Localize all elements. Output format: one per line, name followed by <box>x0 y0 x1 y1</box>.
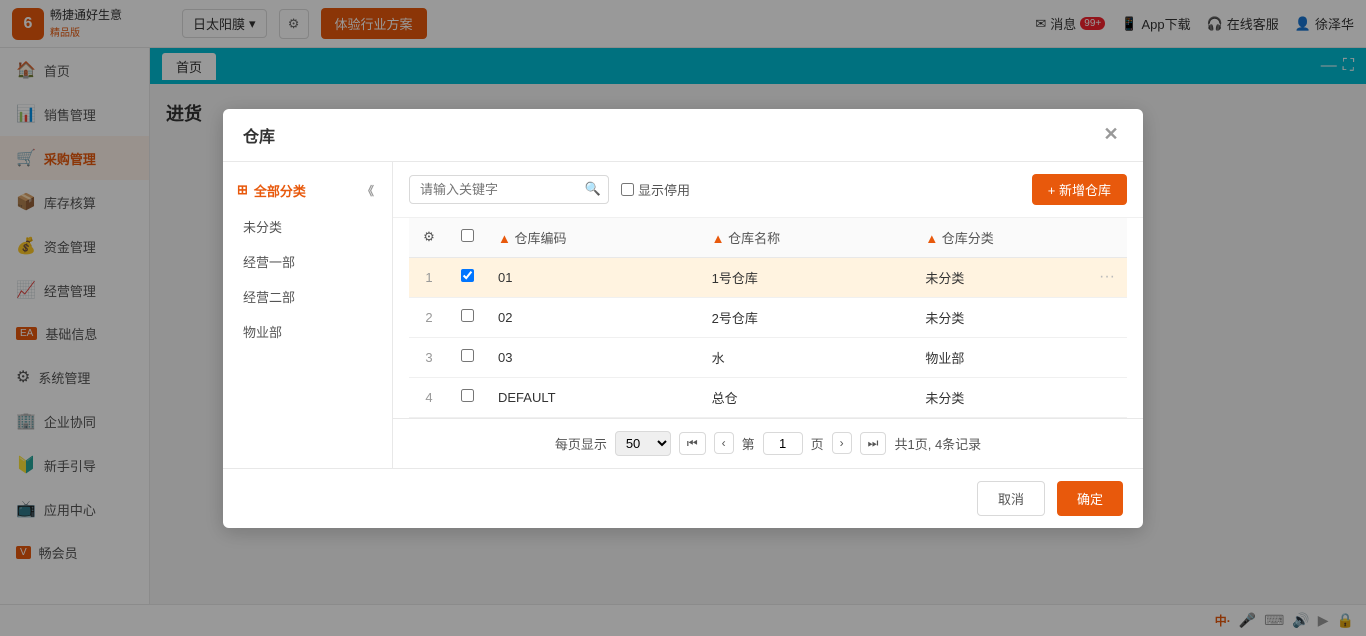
category-item-ops2[interactable]: 经营二部 <box>223 279 392 314</box>
col-settings: ⚙ <box>409 218 449 258</box>
row-checkbox[interactable] <box>461 389 474 402</box>
row-checkbox-cell <box>449 297 486 337</box>
search-input-wrap: 🔍 <box>409 175 609 204</box>
row-category: 未分类 ··· <box>913 257 1127 297</box>
all-category-label[interactable]: 全部分类 <box>254 181 358 200</box>
search-icon[interactable]: 🔍 <box>585 181 601 197</box>
row-num: 1 <box>409 257 449 297</box>
row-checkbox[interactable] <box>461 269 474 282</box>
category-item-unclassified[interactable]: 未分类 <box>223 209 392 244</box>
search-input[interactable] <box>409 175 609 204</box>
row-checkbox-cell <box>449 377 486 417</box>
row-num: 2 <box>409 297 449 337</box>
row-name: 2号仓库 <box>700 297 914 337</box>
grid-icon: ⊞ <box>237 182 248 198</box>
page-number-input[interactable] <box>763 432 803 455</box>
category-item-ops1[interactable]: 经营一部 <box>223 244 392 279</box>
table-row: 3 03 水 物业部 <box>409 337 1127 377</box>
table-row: 4 DEFAULT 总仓 未分类 <box>409 377 1127 417</box>
row-checkbox-cell <box>449 337 486 377</box>
sort-icon: ▲ <box>498 231 511 246</box>
category-header: ⊞ 全部分类 《 <box>223 172 392 209</box>
search-bar: 🔍 显示停用 + 新增仓库 <box>393 162 1143 218</box>
per-page-label: 每页显示 <box>555 434 607 453</box>
modal-header: 仓库 ✕ <box>223 109 1143 162</box>
show-disabled-checkbox[interactable] <box>621 183 634 196</box>
row-checkbox[interactable] <box>461 309 474 322</box>
per-page-select[interactable]: 50 100 <box>615 431 671 456</box>
row-category: 未分类 <box>913 377 1127 417</box>
row-actions-button[interactable]: ··· <box>1099 268 1115 286</box>
table-row: 2 02 2号仓库 未分类 <box>409 297 1127 337</box>
total-info: 共1页, 4条记录 <box>894 434 981 453</box>
cancel-button[interactable]: 取消 <box>977 481 1045 516</box>
confirm-button[interactable]: 确定 <box>1057 481 1123 516</box>
row-code: 03 <box>486 337 700 377</box>
modal-title: 仓库 <box>243 123 275 147</box>
row-name: 总仓 <box>700 377 914 417</box>
add-warehouse-button[interactable]: + 新增仓库 <box>1032 174 1127 205</box>
show-disabled-checkbox-label[interactable]: 显示停用 <box>621 180 690 199</box>
sort-icon2: ▲ <box>712 231 725 246</box>
next-page-button[interactable]: › <box>832 432 852 454</box>
page-unit: 页 <box>811 434 824 453</box>
sort-icon3: ▲ <box>925 231 938 246</box>
row-checkbox-cell <box>449 257 486 297</box>
row-num: 4 <box>409 377 449 417</box>
table-row: 1 01 1号仓库 未分类 ··· <box>409 257 1127 297</box>
table-header-row: ⚙ ▲ 仓库编码 ▲ 仓库名称 <box>409 218 1127 258</box>
category-panel: ⊞ 全部分类 《 未分类 经营一部 经营二部 物业部 <box>223 162 393 468</box>
prev-page-button[interactable]: ‹ <box>714 432 734 454</box>
modal-body: ⊞ 全部分类 《 未分类 经营一部 经营二部 物业部 🔍 <box>223 162 1143 468</box>
row-category: 物业部 <box>913 337 1127 377</box>
row-num: 3 <box>409 337 449 377</box>
warehouse-modal: 仓库 ✕ ⊞ 全部分类 《 未分类 经营一部 经营二部 物业部 <box>223 109 1143 528</box>
select-all-checkbox[interactable] <box>461 229 474 242</box>
row-code: DEFAULT <box>486 377 700 417</box>
show-disabled-label: 显示停用 <box>638 180 690 199</box>
row-code: 02 <box>486 297 700 337</box>
warehouse-table-wrap: ⚙ ▲ 仓库编码 ▲ 仓库名称 <box>393 218 1143 418</box>
col-category-header: ▲ 仓库分类 <box>913 218 1127 258</box>
row-category: 未分类 <box>913 297 1127 337</box>
row-name: 1号仓库 <box>700 257 914 297</box>
row-code: 01 <box>486 257 700 297</box>
col-checkbox <box>449 218 486 258</box>
col-code-header: ▲ 仓库编码 <box>486 218 700 258</box>
modal-close-button[interactable]: ✕ <box>1099 123 1123 147</box>
warehouse-table: ⚙ ▲ 仓库编码 ▲ 仓库名称 <box>409 218 1127 418</box>
first-page-button[interactable]: ⏮ <box>679 432 706 455</box>
modal-overlay: 仓库 ✕ ⊞ 全部分类 《 未分类 经营一部 经营二部 物业部 <box>0 0 1366 636</box>
modal-footer: 取消 确定 <box>223 468 1143 528</box>
pagination: 每页显示 50 100 ⏮ ‹ 第 页 › ⏭ 共1页, 4条记录 <box>393 418 1143 468</box>
content-panel: 🔍 显示停用 + 新增仓库 ⚙ <box>393 162 1143 468</box>
collapse-button[interactable]: 《 <box>358 180 378 201</box>
row-checkbox[interactable] <box>461 349 474 362</box>
page-label: 第 <box>742 434 755 453</box>
col-name-header: ▲ 仓库名称 <box>700 218 914 258</box>
category-item-property[interactable]: 物业部 <box>223 314 392 349</box>
last-page-button[interactable]: ⏭ <box>860 432 887 455</box>
row-name: 水 <box>700 337 914 377</box>
